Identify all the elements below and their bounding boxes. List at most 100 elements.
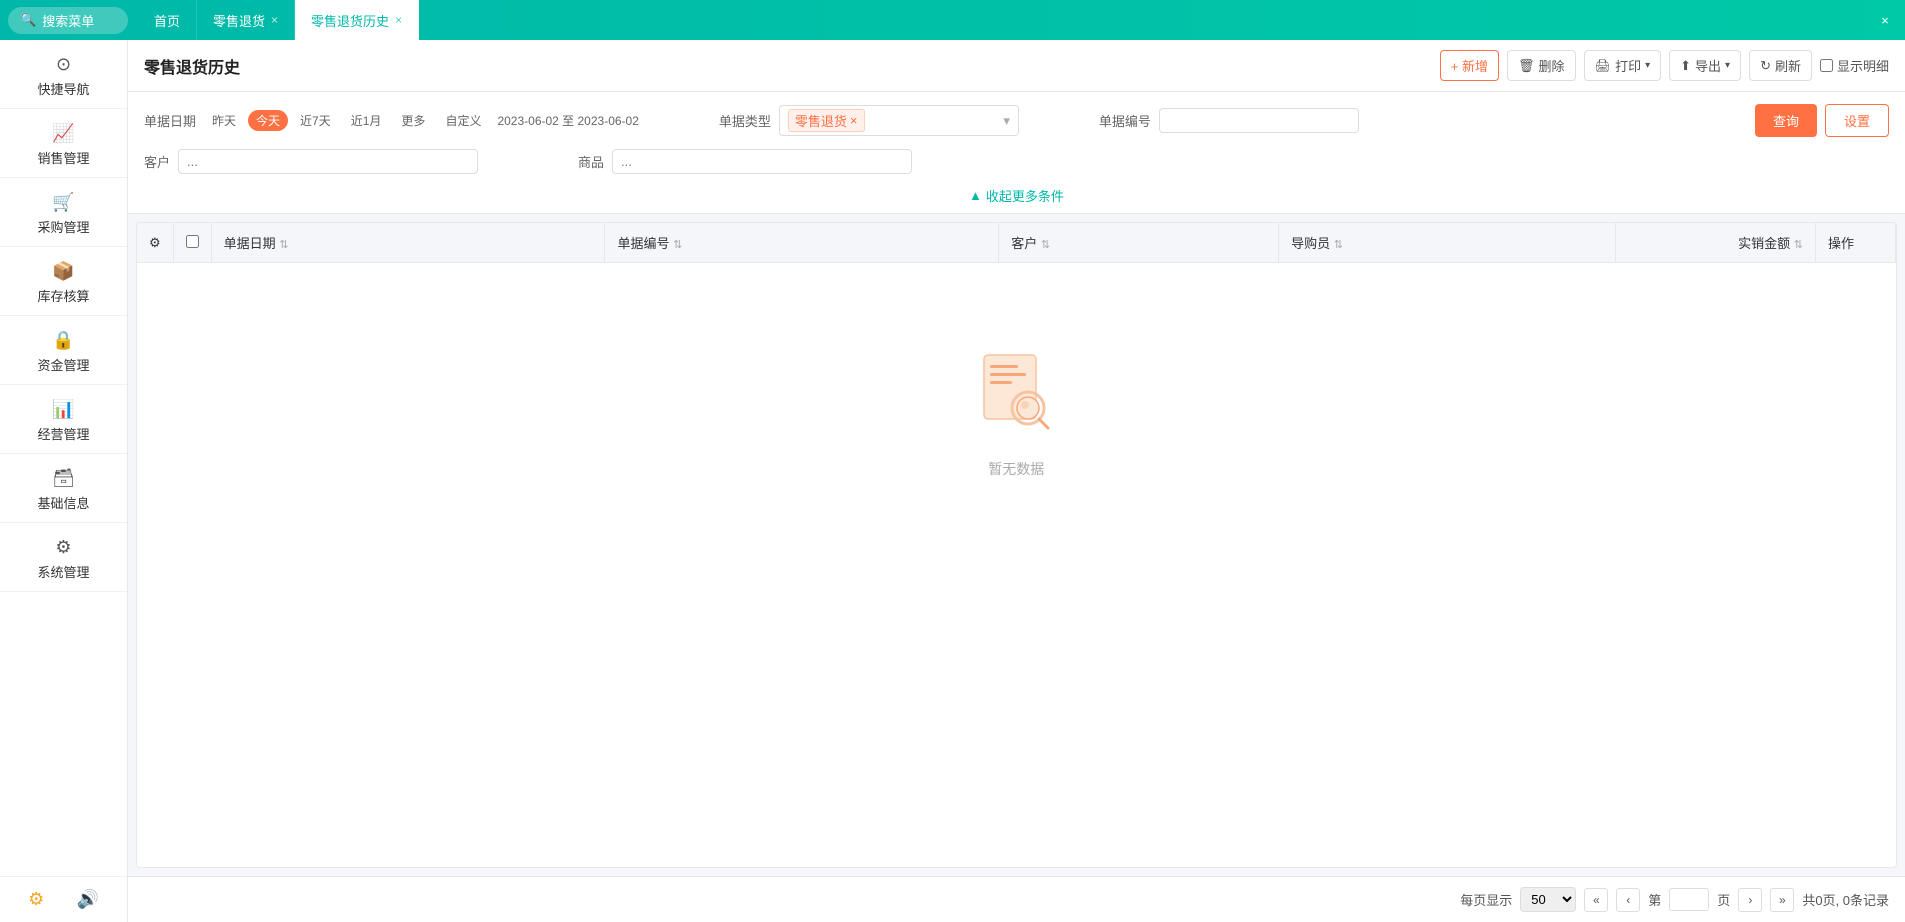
search-box[interactable]: 🔍 搜索菜单 — [8, 7, 128, 34]
tab-retail-return-history[interactable]: 零售退货历史 × — [295, 0, 419, 40]
sidebar-item-finance[interactable]: 🔒 资金管理 — [0, 316, 127, 385]
tab-retail-return-history-label: 零售退货历史 — [311, 11, 389, 30]
filter-row-2: 客户 商品 — [144, 149, 1889, 174]
last-page-button[interactable]: » — [1770, 888, 1794, 912]
refresh-icon: ↻ — [1760, 58, 1771, 74]
th-amount[interactable]: 实销金额 ⇅ — [1616, 223, 1816, 263]
number-filter-item: 单据编号 — [1099, 108, 1359, 133]
date-custom[interactable]: 自定义 — [437, 110, 489, 131]
amount-sort-icon: ⇅ — [1794, 239, 1803, 251]
refresh-button[interactable]: ↻ 刷新 — [1749, 50, 1812, 81]
sidebar-item-basicinfo-label: 基础信息 — [37, 493, 89, 512]
print-icon: 🖨 — [1595, 58, 1612, 74]
add-button[interactable]: + 新增 — [1440, 50, 1499, 81]
export-button[interactable]: ⬆ 导出 ▾ — [1669, 50, 1741, 81]
date-7days[interactable]: 近7天 — [292, 110, 339, 131]
filter-area: 单据日期 昨天 今天 近7天 近1月 更多 自定义 2023-06-02 至 2… — [128, 92, 1905, 214]
sidebar-item-inventory[interactable]: 📦 库存核算 — [0, 247, 127, 316]
date-filter-item: 单据日期 昨天 今天 近7天 近1月 更多 自定义 2023-06-02 至 2… — [144, 110, 639, 131]
date-shortcuts: 昨天 今天 近7天 近1月 更多 自定义 — [204, 110, 489, 131]
print-chevron-icon: ▾ — [1645, 60, 1650, 71]
type-dropdown-icon: ▾ — [1003, 113, 1010, 129]
th-date[interactable]: 单据日期 ⇅ — [211, 223, 605, 263]
delete-icon: 🗑 — [1518, 58, 1535, 74]
data-table: ⚙ 单据日期 ⇅ 单据编号 ⇅ — [137, 223, 1896, 559]
prev-page-button[interactable]: ‹ — [1616, 888, 1640, 912]
empty-state-icon — [966, 343, 1066, 443]
search-icon: 🔍 — [20, 12, 36, 28]
type-tag: 零售退货 × — [788, 109, 865, 132]
first-page-button[interactable]: « — [1584, 888, 1608, 912]
customer-filter-item: 客户 — [144, 149, 478, 174]
tab-retail-return-close[interactable]: × — [271, 13, 278, 27]
sidebar-item-sales[interactable]: 📈 销售管理 — [0, 109, 127, 178]
sidebar-item-quicknav-label: 快捷导航 — [37, 79, 89, 98]
tab-bar: 首页 零售退货 × 零售退货历史 × — [138, 0, 1865, 40]
type-filter-item: 单据类型 零售退货 × ▾ — [719, 105, 1019, 136]
customer-label: 客户 — [144, 152, 170, 171]
sidebar-item-operations-label: 经营管理 — [37, 424, 89, 443]
show-detail-checkbox[interactable] — [1820, 59, 1833, 72]
sidebar-item-purchase[interactable]: 🛒 采购管理 — [0, 178, 127, 247]
date-yesterday[interactable]: 昨天 — [204, 110, 244, 131]
sidebar-item-system[interactable]: ⚙ 系统管理 — [0, 523, 127, 592]
page-header: 零售退货历史 + 新增 🗑 删除 🖨 打印 ▾ ⬆ 导出 ▾ — [128, 40, 1905, 92]
empty-text: 暂无数据 — [988, 459, 1044, 479]
empty-state-row: 暂无数据 — [137, 263, 1896, 560]
customer-sort-icon: ⇅ — [1041, 239, 1050, 251]
page-size-select[interactable]: 10 20 50 100 — [1520, 887, 1576, 912]
tab-retail-return[interactable]: 零售退货 × — [197, 0, 295, 40]
settings-icon: ⚙ — [149, 235, 161, 250]
page-title: 零售退货历史 — [144, 54, 240, 78]
th-number[interactable]: 单据编号 ⇅ — [605, 223, 999, 263]
system-icon: ⚙ — [55, 537, 71, 558]
sidebar-item-purchase-label: 采购管理 — [37, 217, 89, 236]
sales-icon: 📈 — [52, 123, 74, 144]
number-input[interactable] — [1159, 108, 1359, 133]
sidebar-volume-icon[interactable]: 🔊 — [76, 889, 98, 910]
sidebar-settings-icon[interactable]: ⚙ — [28, 889, 44, 910]
sidebar-item-sales-label: 销售管理 — [37, 148, 89, 167]
print-button[interactable]: 🖨 打印 ▾ — [1584, 50, 1662, 81]
window-close-button[interactable]: × — [1865, 0, 1905, 40]
goods-input[interactable] — [612, 149, 912, 174]
th-checkbox[interactable] — [173, 223, 211, 263]
next-page-button[interactable]: › — [1738, 888, 1762, 912]
sidebar-item-quicknav[interactable]: ⊙ 快捷导航 — [0, 40, 127, 109]
collapse-button[interactable]: ▲ 收起更多条件 — [969, 186, 1064, 205]
table-header-row: ⚙ 单据日期 ⇅ 单据编号 ⇅ — [137, 223, 1896, 263]
content-area: 零售退货历史 + 新增 🗑 删除 🖨 打印 ▾ ⬆ 导出 ▾ — [128, 40, 1905, 922]
type-tag-remove[interactable]: × — [850, 113, 858, 128]
sidebar-item-basicinfo[interactable]: 🗃 基础信息 — [0, 454, 127, 523]
sidebar-item-operations[interactable]: 📊 经营管理 — [0, 385, 127, 454]
purchase-icon: 🛒 — [52, 192, 74, 213]
date-more[interactable]: 更多 — [393, 110, 433, 131]
date-today[interactable]: 今天 — [248, 110, 288, 131]
date-sort-icon: ⇅ — [279, 239, 288, 251]
page-number-input[interactable]: 1 — [1669, 888, 1709, 911]
export-icon: ⬆ — [1680, 58, 1691, 74]
tab-retail-return-history-close[interactable]: × — [395, 13, 402, 27]
customer-input[interactable] — [178, 149, 478, 174]
th-settings[interactable]: ⚙ — [137, 223, 173, 263]
tab-home-label: 首页 — [154, 11, 180, 30]
tab-home[interactable]: 首页 — [138, 0, 197, 40]
show-detail-checkbox-label[interactable]: 显示明细 — [1820, 56, 1889, 75]
th-customer[interactable]: 客户 ⇅ — [999, 223, 1279, 263]
sidebar-item-finance-label: 资金管理 — [37, 355, 89, 374]
goods-label: 商品 — [578, 152, 604, 171]
collapse-up-icon: ▲ — [969, 188, 982, 203]
search-placeholder: 搜索菜单 — [42, 11, 94, 30]
date-1month[interactable]: 近1月 — [343, 110, 390, 131]
query-button[interactable]: 查询 — [1755, 104, 1817, 137]
export-chevron-icon: ▾ — [1725, 60, 1730, 71]
settings-filter-button[interactable]: 设置 — [1825, 104, 1889, 137]
th-salesperson[interactable]: 导购员 ⇅ — [1279, 223, 1616, 263]
sidebar: ⊙ 快捷导航 📈 销售管理 🛒 采购管理 📦 库存核算 🔒 资金管理 📊 经营管… — [0, 40, 128, 922]
select-all-checkbox[interactable] — [186, 235, 199, 248]
number-sort-icon: ⇅ — [673, 239, 682, 251]
th-actions: 操作 — [1816, 223, 1896, 263]
finance-icon: 🔒 — [52, 330, 74, 351]
type-select[interactable]: 零售退货 × ▾ — [779, 105, 1019, 136]
delete-button[interactable]: 🗑 删除 — [1507, 50, 1576, 81]
